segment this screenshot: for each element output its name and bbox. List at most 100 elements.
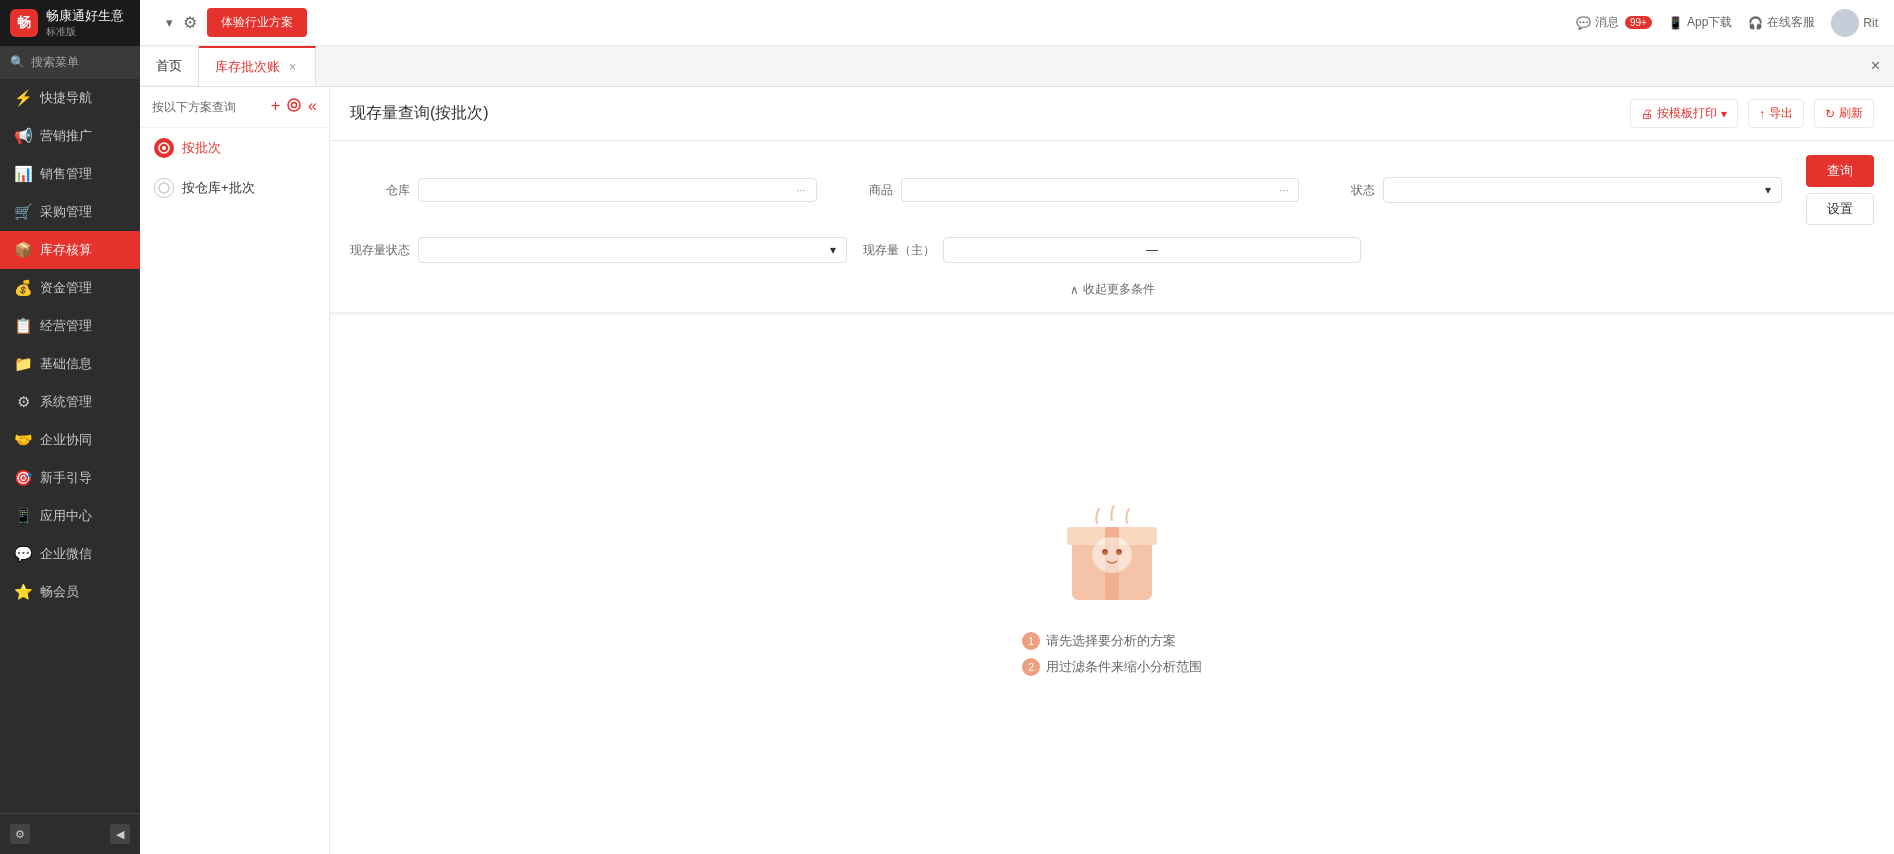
scheme-batch-icon bbox=[154, 138, 174, 158]
status-filter: 状态 ▾ bbox=[1315, 177, 1782, 203]
sidebar-item-purchase[interactable]: 🛒 采购管理 bbox=[0, 193, 140, 231]
export-label: 导出 bbox=[1769, 105, 1793, 122]
message-button[interactable]: 💬 消息 99+ bbox=[1576, 14, 1652, 31]
sidebar-item-quick-nav[interactable]: ⚡ 快捷导航 bbox=[0, 79, 140, 117]
search-icon: 🔍 bbox=[10, 55, 25, 69]
sidebar-item-inventory[interactable]: 📦 库存核算 bbox=[0, 231, 140, 269]
inventory-status-label: 现存量状态 bbox=[350, 242, 410, 259]
product-more-icon[interactable]: ··· bbox=[1279, 184, 1288, 196]
sidebar-item-sales[interactable]: 📊 销售管理 bbox=[0, 155, 140, 193]
tab-home[interactable]: 首页 bbox=[140, 47, 199, 85]
experience-button[interactable]: 体验行业方案 bbox=[207, 8, 307, 37]
left-panel: 按以下方案查询 + « 按批次 bbox=[140, 87, 330, 854]
product-input[interactable]: ··· bbox=[901, 178, 1300, 202]
sidebar-item-appstore[interactable]: 📱 应用中心 bbox=[0, 497, 140, 535]
dropdown-button[interactable]: ▾ bbox=[166, 15, 173, 30]
app-logo: 畅 bbox=[10, 9, 38, 37]
sidebar-item-finance[interactable]: 💰 资金管理 bbox=[0, 269, 140, 307]
sidebar-item-marketing[interactable]: 📢 营销推广 bbox=[0, 117, 140, 155]
system-icon: ⚙ bbox=[14, 393, 32, 411]
appstore-icon: 📱 bbox=[14, 507, 32, 525]
app-download-button[interactable]: 📱 App下载 bbox=[1668, 14, 1732, 31]
brand-subtitle: 标准版 bbox=[46, 25, 124, 38]
sidebar-search[interactable]: 🔍 搜索菜单 bbox=[0, 46, 140, 79]
status-label: 状态 bbox=[1315, 182, 1375, 199]
sidebar-header: 畅 畅康通好生意 标准版 bbox=[0, 0, 140, 46]
filter-row-2: 现存量状态 ▾ 现存量（主） — bbox=[350, 237, 1874, 263]
inventory-status-chevron: ▾ bbox=[830, 243, 836, 257]
topbar: ▾ ⚙ 体验行业方案 💬 消息 99+ 📱 App下载 🎧 在线客服 Rit bbox=[140, 0, 1894, 46]
sidebar-item-wechat[interactable]: 💬 企业微信 bbox=[0, 535, 140, 573]
member-icon: ⭐ bbox=[14, 583, 32, 601]
sidebar-item-label: 销售管理 bbox=[40, 165, 92, 183]
online-support-button[interactable]: 🎧 在线客服 bbox=[1748, 14, 1815, 31]
sidebar-item-operation[interactable]: 📋 经营管理 bbox=[0, 307, 140, 345]
sidebar-item-label: 企业协同 bbox=[40, 431, 92, 449]
collapse-panel-button[interactable]: « bbox=[308, 97, 317, 117]
wechat-icon: 💬 bbox=[14, 545, 32, 563]
collapse-label: 收起更多条件 bbox=[1083, 281, 1155, 298]
close-icon: × bbox=[1871, 57, 1880, 74]
basic-icon: 📁 bbox=[14, 355, 32, 373]
sidebar-item-enterprise[interactable]: 🤝 企业协同 bbox=[0, 421, 140, 459]
sidebar-item-label: 库存核算 bbox=[40, 241, 92, 259]
warehouse-more-icon[interactable]: ··· bbox=[797, 184, 806, 196]
search-label: 搜索菜单 bbox=[31, 54, 79, 71]
tip-num-2: 2 bbox=[1022, 658, 1040, 676]
main-content: 现存量查询(按批次) 🖨 按模板打印 ▾ ↑ 导出 ↻ 刷新 bbox=[330, 87, 1894, 854]
inventory-status-select[interactable]: ▾ bbox=[418, 237, 847, 263]
sidebar-item-newbie[interactable]: 🎯 新手引导 bbox=[0, 459, 140, 497]
scheme-settings-button[interactable] bbox=[286, 97, 302, 117]
scheme-batch[interactable]: 按批次 bbox=[140, 128, 329, 168]
add-scheme-button[interactable]: + bbox=[271, 97, 280, 117]
sidebar-item-member[interactable]: ⭐ 畅会员 bbox=[0, 573, 140, 611]
topbar-settings-icon[interactable]: ⚙ bbox=[183, 13, 197, 32]
sidebar-item-label: 资金管理 bbox=[40, 279, 92, 297]
tip-num-1: 1 bbox=[1022, 632, 1040, 650]
collapse-filter-button[interactable]: ∧ 收起更多条件 bbox=[350, 275, 1874, 298]
product-label: 商品 bbox=[833, 182, 893, 199]
svg-point-1 bbox=[292, 103, 297, 108]
tip-text-1: 请先选择要分析的方案 bbox=[1046, 632, 1176, 650]
quick-nav-icon: ⚡ bbox=[14, 89, 32, 107]
svg-point-4 bbox=[159, 183, 169, 193]
refresh-icon: ↻ bbox=[1825, 107, 1835, 121]
export-button[interactable]: ↑ 导出 bbox=[1748, 99, 1804, 128]
page-header: 现存量查询(按批次) 🖨 按模板打印 ▾ ↑ 导出 ↻ 刷新 bbox=[330, 87, 1894, 141]
template-print-button[interactable]: 🖨 按模板打印 ▾ bbox=[1630, 99, 1738, 128]
product-filter: 商品 ··· bbox=[833, 178, 1300, 202]
range-end-input[interactable] bbox=[1166, 243, 1246, 257]
dropdown-icon: ▾ bbox=[166, 15, 173, 30]
empty-illustration bbox=[1047, 485, 1177, 608]
range-start-input[interactable] bbox=[1058, 243, 1138, 257]
warehouse-filter: 仓库 ··· bbox=[350, 178, 817, 202]
refresh-button[interactable]: ↻ 刷新 bbox=[1814, 99, 1874, 128]
svg-point-8 bbox=[1092, 537, 1132, 573]
collapse-sidebar-button[interactable]: ◀ bbox=[110, 824, 130, 844]
scheme-warehouse-batch[interactable]: 按仓库+批次 bbox=[140, 168, 329, 208]
tab-close-button[interactable]: × bbox=[286, 59, 299, 75]
query-button[interactable]: 查询 bbox=[1806, 155, 1874, 187]
brand-name: 畅康通好生意 bbox=[46, 8, 124, 25]
purchase-icon: 🛒 bbox=[14, 203, 32, 221]
sidebar-item-label: 畅会员 bbox=[40, 583, 79, 601]
filter-settings-button[interactable]: 设置 bbox=[1806, 193, 1874, 225]
inventory-amount-range[interactable]: — bbox=[943, 237, 1360, 263]
tab-inventory-batch[interactable]: 库存批次账 × bbox=[199, 46, 316, 86]
settings-button[interactable]: ⚙ bbox=[10, 824, 30, 844]
panel-close-button[interactable]: × bbox=[1857, 57, 1894, 75]
user-avatar[interactable]: Rit bbox=[1831, 9, 1878, 37]
online-support-label: 在线客服 bbox=[1767, 14, 1815, 31]
status-select[interactable]: ▾ bbox=[1383, 177, 1782, 203]
status-chevron: ▾ bbox=[1765, 183, 1771, 197]
sidebar-item-system[interactable]: ⚙ 系统管理 bbox=[0, 383, 140, 421]
newbie-icon: 🎯 bbox=[14, 469, 32, 487]
sidebar-nav: ⚡ 快捷导航 📢 营销推广 📊 销售管理 🛒 采购管理 📦 库存核算 💰 资金管… bbox=[0, 79, 140, 813]
message-label: 消息 bbox=[1595, 14, 1619, 31]
finance-icon: 💰 bbox=[14, 279, 32, 297]
warehouse-input[interactable]: ··· bbox=[418, 178, 817, 202]
left-panel-actions: + « bbox=[271, 97, 317, 117]
sidebar-item-basic[interactable]: 📁 基础信息 bbox=[0, 345, 140, 383]
left-panel-header: 按以下方案查询 + « bbox=[140, 87, 329, 128]
warehouse-label: 仓库 bbox=[350, 182, 410, 199]
